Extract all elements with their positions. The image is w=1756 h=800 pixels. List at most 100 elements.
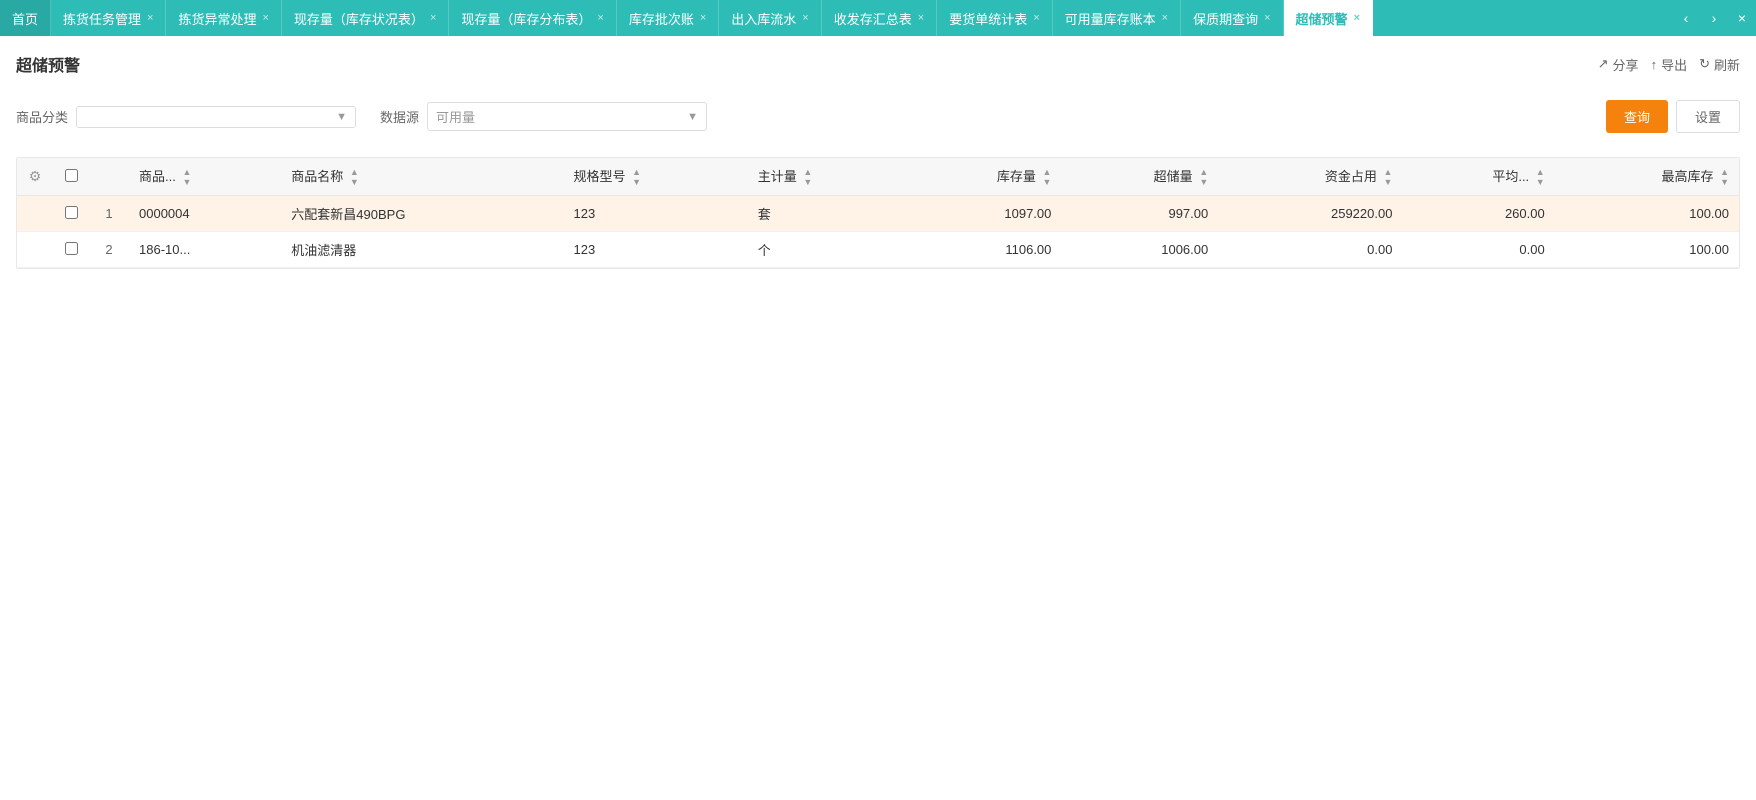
page-container: 超储预警 ↗ 分享 ↑ 导出 ↻ 刷新 商品分类 ▼ 数据源 [0, 36, 1756, 800]
page-actions: ↗ 分享 ↑ 导出 ↻ 刷新 [1598, 55, 1740, 74]
row-capital-0: 259220.00 [1218, 196, 1402, 232]
row-product-code-1: 186-10... [129, 232, 281, 268]
datasource-select[interactable]: 可用量 ▼ [427, 102, 707, 131]
row-product-name-1: 机油滤清器 [281, 232, 563, 268]
nav-usable-stock[interactable]: 可用量库存账本 × [1053, 0, 1181, 36]
query-button[interactable]: 查询 [1606, 100, 1668, 133]
table-row[interactable]: 1 0000004 六配套新昌490BPG 123 套 1097.00 997.… [17, 196, 1739, 232]
nav-overstock-warning-close[interactable]: × [1354, 12, 1360, 24]
nav-close-button[interactable]: × [1728, 0, 1756, 36]
sort-spec-icon: ▲▼ [632, 168, 641, 188]
th-gear: ⚙ [17, 158, 53, 196]
page-header: 超储预警 ↗ 分享 ↑ 导出 ↻ 刷新 [16, 52, 1740, 76]
sort-unit-icon: ▲▼ [803, 168, 812, 188]
refresh-icon: ↻ [1699, 56, 1710, 72]
th-capital-label: 资金占用 [1325, 169, 1377, 184]
nav-stock-dist[interactable]: 现存量（库存分布表） × [449, 0, 616, 36]
nav-batch-account-close[interactable]: × [700, 12, 706, 24]
table-row[interactable]: 2 186-10... 机油滤清器 123 个 1106.00 1006.00 … [17, 232, 1739, 268]
nav-receive-summary-close[interactable]: × [918, 12, 924, 24]
nav-home[interactable]: 首页 [0, 0, 51, 36]
row-product-name-0: 六配套新昌490BPG [281, 196, 563, 232]
th-max-stock[interactable]: 最高库存 ▲▼ [1555, 158, 1739, 196]
nav-prev-button[interactable]: ‹ [1672, 0, 1700, 36]
row-max-stock-1: 100.00 [1555, 232, 1739, 268]
export-button[interactable]: ↑ 导出 [1651, 55, 1688, 74]
nav-shelf-life-label: 保质期查询 [1193, 9, 1258, 28]
datasource-dropdown-icon: ▼ [687, 111, 698, 123]
th-stock[interactable]: 库存量 ▲▼ [905, 158, 1062, 196]
th-checkbox [53, 158, 89, 196]
filter-buttons: 查询 设置 [1606, 100, 1740, 133]
category-label: 商品分类 [16, 107, 68, 126]
nav-stock-dist-close[interactable]: × [597, 12, 603, 24]
nav-demand-stats[interactable]: 要货单统计表 × [937, 0, 1052, 36]
nav-shelf-life[interactable]: 保质期查询 × [1181, 0, 1283, 36]
th-product-name[interactable]: 商品名称 ▲▼ [281, 158, 563, 196]
select-all-checkbox[interactable] [65, 169, 78, 182]
row-checkbox-0[interactable] [53, 196, 89, 232]
row-overstock-1: 1006.00 [1061, 232, 1218, 268]
th-product-code[interactable]: 商品... ▲▼ [129, 158, 281, 196]
th-unit[interactable]: 主计量 ▲▼ [748, 158, 905, 196]
th-product-code-label: 商品... [139, 169, 176, 184]
nav-next-button[interactable]: › [1700, 0, 1728, 36]
filter-area: 商品分类 ▼ 数据源 可用量 ▼ 查询 设置 [16, 92, 1740, 141]
nav-inout-flow[interactable]: 出入库流水 × [719, 0, 821, 36]
th-max-stock-label: 最高库存 [1661, 169, 1713, 184]
datasource-label: 数据源 [380, 107, 419, 126]
nav-overstock-warning[interactable]: 超储预警 × [1284, 0, 1373, 36]
row-unit-1: 个 [748, 232, 905, 268]
page-title: 超储预警 [16, 52, 80, 76]
nav-batch-account-label: 库存批次账 [629, 9, 694, 28]
nav-task-exception-close[interactable]: × [262, 12, 268, 24]
nav-stock-status-close[interactable]: × [430, 12, 436, 24]
refresh-label: 刷新 [1714, 55, 1740, 74]
th-avg-price[interactable]: 平均... ▲▼ [1402, 158, 1554, 196]
nav-overstock-warning-label: 超储预警 [1296, 9, 1348, 28]
th-spec[interactable]: 规格型号 ▲▼ [564, 158, 748, 196]
row-stock-0: 1097.00 [905, 196, 1062, 232]
row-checkbox-1[interactable] [53, 232, 89, 268]
refresh-button[interactable]: ↻ 刷新 [1699, 55, 1740, 74]
nav-home-label: 首页 [12, 9, 38, 28]
share-label: 分享 [1613, 55, 1639, 74]
nav-task-manage-close[interactable]: × [147, 12, 153, 24]
nav-batch-account[interactable]: 库存批次账 × [617, 0, 719, 36]
table-header-row: ⚙ 商品... ▲▼ 商品名称 ▲▼ 规格型号 [17, 158, 1739, 196]
data-table-wrapper: ⚙ 商品... ▲▼ 商品名称 ▲▼ 规格型号 [16, 157, 1740, 269]
share-button[interactable]: ↗ 分享 [1598, 55, 1639, 74]
nav-task-manage[interactable]: 拣货任务管理 × [51, 0, 166, 36]
nav-inout-flow-label: 出入库流水 [731, 9, 796, 28]
settings-button[interactable]: 设置 [1676, 100, 1740, 133]
row-select-checkbox-1[interactable] [65, 242, 78, 255]
nav-receive-summary[interactable]: 收发存汇总表 × [822, 0, 937, 36]
export-label: 导出 [1661, 55, 1687, 74]
data-table: ⚙ 商品... ▲▼ 商品名称 ▲▼ 规格型号 [17, 158, 1739, 268]
nav-demand-stats-label: 要货单统计表 [949, 9, 1027, 28]
category-filter: 商品分类 ▼ [16, 106, 356, 128]
nav-stock-status[interactable]: 现存量（库存状况表） × [282, 0, 449, 36]
gear-icon[interactable]: ⚙ [29, 168, 42, 184]
sort-capital-icon: ▲▼ [1384, 168, 1393, 188]
row-gear-0 [17, 196, 53, 232]
nav-inout-flow-close[interactable]: × [802, 12, 808, 24]
nav-shelf-life-close[interactable]: × [1264, 12, 1270, 24]
nav-task-exception[interactable]: 拣货异常处理 × [166, 0, 281, 36]
sort-product-code-icon: ▲▼ [182, 168, 191, 188]
th-overstock[interactable]: 超储量 ▲▼ [1061, 158, 1218, 196]
category-select[interactable]: ▼ [76, 106, 356, 128]
th-product-name-label: 商品名称 [291, 169, 343, 184]
top-navigation: 首页 拣货任务管理 × 拣货异常处理 × 现存量（库存状况表） × 现存量（库存… [0, 0, 1756, 36]
nav-stock-status-label: 现存量（库存状况表） [294, 9, 424, 28]
sort-max-stock-icon: ▲▼ [1720, 168, 1729, 188]
row-overstock-0: 997.00 [1061, 196, 1218, 232]
th-capital[interactable]: 资金占用 ▲▼ [1218, 158, 1402, 196]
nav-receive-summary-label: 收发存汇总表 [834, 9, 912, 28]
nav-usable-stock-close[interactable]: × [1162, 12, 1168, 24]
th-overstock-label: 超储量 [1154, 169, 1193, 184]
nav-demand-stats-close[interactable]: × [1033, 12, 1039, 24]
nav-task-manage-label: 拣货任务管理 [63, 9, 141, 28]
row-product-code-0: 0000004 [129, 196, 281, 232]
row-select-checkbox-0[interactable] [65, 206, 78, 219]
